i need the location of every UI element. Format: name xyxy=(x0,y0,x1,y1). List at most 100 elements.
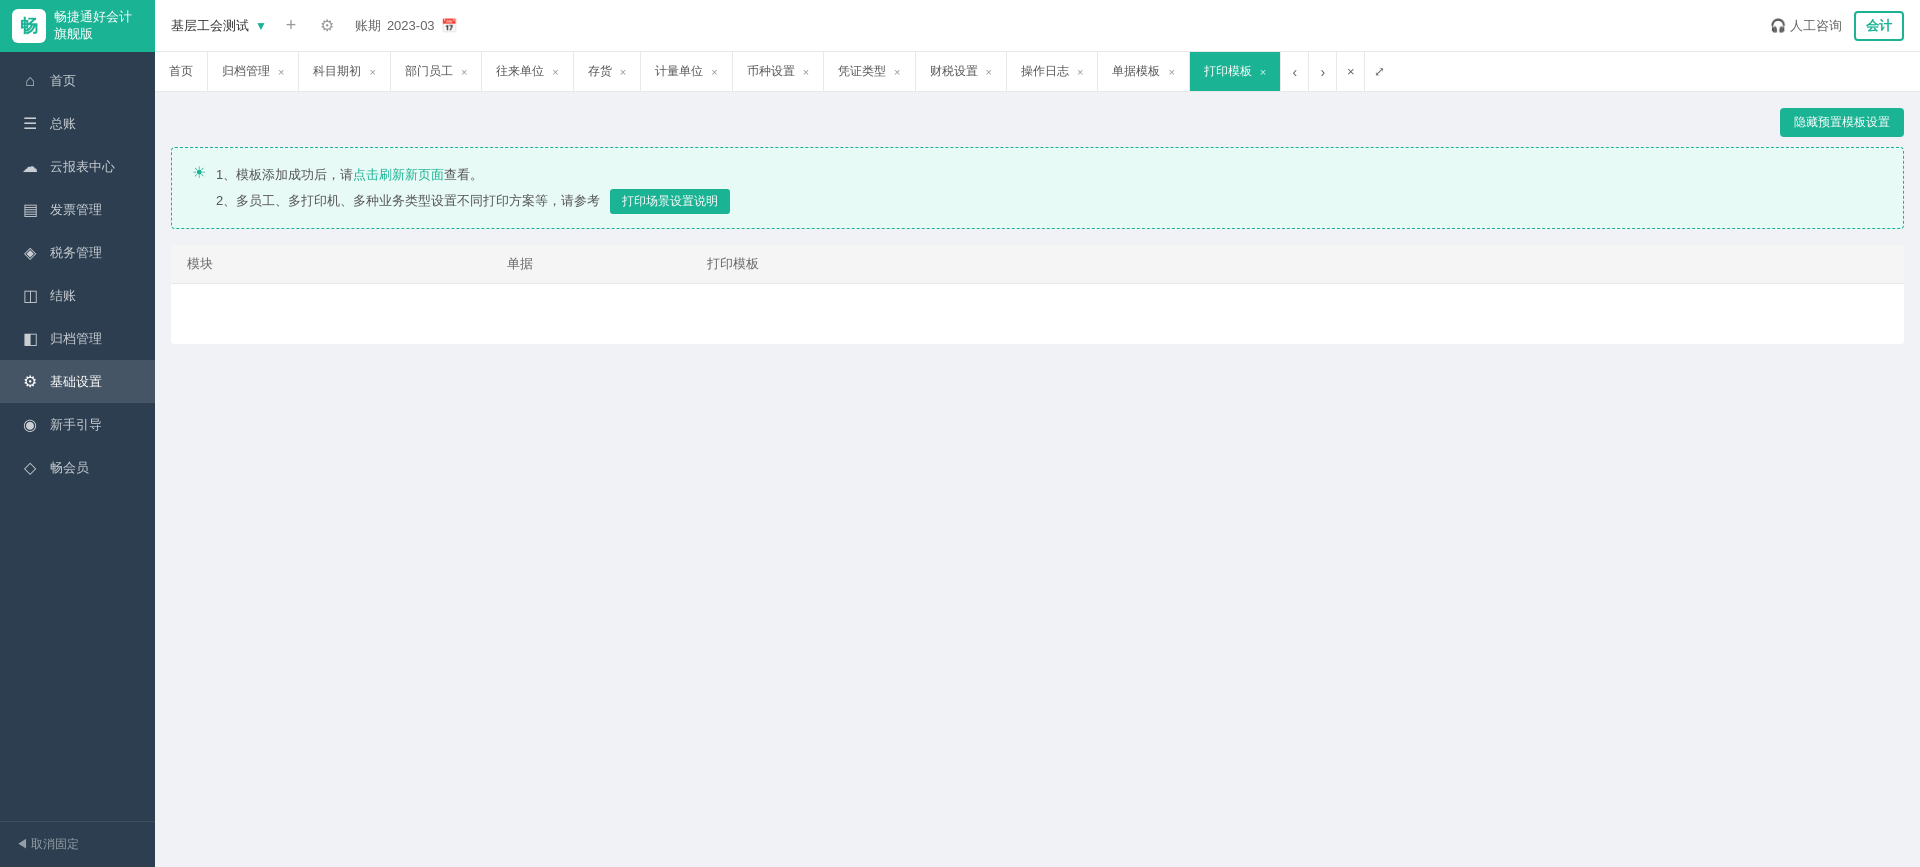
tabs-next-btn[interactable]: › xyxy=(1309,52,1337,91)
kuaiji-button[interactable]: 会计 xyxy=(1854,11,1904,41)
sidebar-item-guide[interactable]: ◉ 新手引导 xyxy=(0,403,155,446)
calendar-icon[interactable]: 📅 xyxy=(441,18,457,33)
hide-template-settings-button[interactable]: 隐藏预置模板设置 xyxy=(1780,108,1904,137)
topbar: 基层工会测试 ▼ + ⚙ 账期 2023-03 📅 🎧 人工咨询 会计 xyxy=(155,0,1920,52)
sidebar-nav: ⌂ 首页 ☰ 总账 ☁ 云报表中心 ▤ 发票管理 ◈ 税务管理 ◫ 结账 ◧ 归… xyxy=(0,52,155,821)
tab-print-template-close[interactable]: × xyxy=(1260,66,1266,78)
sidebar-item-reports[interactable]: ☁ 云报表中心 xyxy=(0,145,155,188)
ledger-icon: ☰ xyxy=(20,114,40,133)
sidebar-item-general-ledger[interactable]: ☰ 总账 xyxy=(0,102,155,145)
cloud-icon: ☁ xyxy=(20,157,40,176)
tab-dept-staff-label: 部门员工 xyxy=(405,63,453,80)
home-icon: ⌂ xyxy=(20,72,40,90)
topbar-right: 🎧 人工咨询 会计 xyxy=(1770,11,1904,41)
tab-archive-mgmt-close[interactable]: × xyxy=(278,66,284,78)
tabs-close-all-btn[interactable]: × xyxy=(1337,52,1365,91)
tab-counterparty-label: 往来单位 xyxy=(496,63,544,80)
info-line2-prefix: 2、多员工、多打印机、多种业务类型设置不同打印方案等，请参考 xyxy=(216,193,600,208)
tab-op-log-close[interactable]: × xyxy=(1077,66,1083,78)
period-value: 2023-03 xyxy=(387,18,435,33)
member-icon: ◇ xyxy=(20,458,40,477)
sidebar-label-member: 畅会员 xyxy=(50,459,89,477)
tab-currency[interactable]: 币种设置 × xyxy=(733,52,824,91)
tab-tax-settings-close[interactable]: × xyxy=(986,66,992,78)
logo-subtitle: 旗舰版 xyxy=(54,26,132,43)
main-area: 基层工会测试 ▼ + ⚙ 账期 2023-03 📅 🎧 人工咨询 会计 首页 归… xyxy=(155,0,1920,867)
tab-tax-settings[interactable]: 财税设置 × xyxy=(916,52,1007,91)
tab-bill-template-close[interactable]: × xyxy=(1168,66,1174,78)
tab-inventory-close[interactable]: × xyxy=(620,66,626,78)
info-line1-prefix: 1、模板添加成功后，请 xyxy=(216,167,353,182)
service-label: 人工咨询 xyxy=(1790,17,1842,35)
invoice-icon: ▤ xyxy=(20,200,40,219)
table-body xyxy=(171,284,1904,344)
tab-bill-template[interactable]: 单据模板 × xyxy=(1098,52,1189,91)
tab-home[interactable]: 首页 xyxy=(155,52,208,91)
tab-counterparty-close[interactable]: × xyxy=(552,66,558,78)
logo-text: 畅捷通好会计 旗舰版 xyxy=(54,9,132,43)
tab-subject-init-label: 科目期初 xyxy=(313,63,361,80)
info-line-2: 2、多员工、多打印机、多种业务类型设置不同打印方案等，请参考 打印场景设置说明 xyxy=(216,188,736,214)
period-display: 账期 2023-03 📅 xyxy=(355,17,457,35)
sidebar-item-archive[interactable]: ◧ 归档管理 xyxy=(0,317,155,360)
sidebar-unpin-btn[interactable]: ◀ 取消固定 xyxy=(0,821,155,867)
tab-inventory[interactable]: 存货 × xyxy=(574,52,641,91)
tabs-prev-btn[interactable]: ‹ xyxy=(1281,52,1309,91)
tab-op-log[interactable]: 操作日志 × xyxy=(1007,52,1098,91)
company-selector[interactable]: 基层工会测试 ▼ xyxy=(171,17,267,35)
tab-subject-init-close[interactable]: × xyxy=(369,66,375,78)
sidebar-label-ledger: 总账 xyxy=(50,115,76,133)
tab-archive-mgmt[interactable]: 归档管理 × xyxy=(208,52,299,91)
tab-voucher-type[interactable]: 凭证类型 × xyxy=(824,52,915,91)
service-button[interactable]: 🎧 人工咨询 xyxy=(1770,17,1842,35)
add-tab-button[interactable]: + xyxy=(279,14,303,38)
topbar-settings-button[interactable]: ⚙ xyxy=(315,14,339,38)
sidebar-label-home: 首页 xyxy=(50,72,76,90)
info-box-header: ☀ 1、模板添加成功后，请点击刷新新页面查看。 2、多员工、多打印机、多种业务类… xyxy=(192,162,1883,214)
sidebar-item-home[interactable]: ⌂ 首页 xyxy=(0,60,155,102)
settings-icon: ⚙ xyxy=(20,372,40,391)
tab-dept-staff-close[interactable]: × xyxy=(461,66,467,78)
tax-icon: ◈ xyxy=(20,243,40,262)
sidebar-label-reports: 云报表中心 xyxy=(50,158,115,176)
tab-dept-staff[interactable]: 部门员工 × xyxy=(391,52,482,91)
archive-icon: ◧ xyxy=(20,329,40,348)
tab-subject-init[interactable]: 科目期初 × xyxy=(299,52,390,91)
sidebar-item-settings[interactable]: ⚙ 基础设置 xyxy=(0,360,155,403)
sidebar-item-checkout[interactable]: ◫ 结账 xyxy=(0,274,155,317)
tab-currency-label: 币种设置 xyxy=(747,63,795,80)
sidebar: 畅 畅捷通好会计 旗舰版 ⌂ 首页 ☰ 总账 ☁ 云报表中心 ▤ 发票管理 ◈ … xyxy=(0,0,155,867)
table-header: 模块 单据 打印模板 xyxy=(171,245,1904,284)
tab-measure-unit[interactable]: 计量单位 × xyxy=(641,52,732,91)
guide-icon: ◉ xyxy=(20,415,40,434)
tab-counterparty[interactable]: 往来单位 × xyxy=(482,52,573,91)
tab-currency-close[interactable]: × xyxy=(803,66,809,78)
table-header-bill: 单据 xyxy=(491,245,691,283)
checkout-icon: ◫ xyxy=(20,286,40,305)
tab-voucher-type-close[interactable]: × xyxy=(894,66,900,78)
sidebar-label-checkout: 结账 xyxy=(50,287,76,305)
tab-print-template[interactable]: 打印模板 × xyxy=(1190,52,1281,91)
sidebar-item-member[interactable]: ◇ 畅会员 xyxy=(0,446,155,489)
content-area: 隐藏预置模板设置 ☀ 1、模板添加成功后，请点击刷新新页面查看。 2、多员工、多… xyxy=(155,92,1920,867)
print-scene-btn[interactable]: 打印场景设置说明 xyxy=(610,189,730,214)
company-dropdown-icon: ▼ xyxy=(255,19,267,33)
company-name: 基层工会测试 xyxy=(171,17,249,35)
tab-measure-unit-close[interactable]: × xyxy=(711,66,717,78)
info-refresh-link[interactable]: 点击刷新新页面 xyxy=(353,167,444,182)
logo-icon: 畅 xyxy=(12,9,46,43)
sidebar-item-invoice[interactable]: ▤ 发票管理 xyxy=(0,188,155,231)
info-line1-suffix: 查看。 xyxy=(444,167,483,182)
sidebar-item-tax[interactable]: ◈ 税务管理 xyxy=(0,231,155,274)
info-box: ☀ 1、模板添加成功后，请点击刷新新页面查看。 2、多员工、多打印机、多种业务类… xyxy=(171,147,1904,229)
tab-op-log-label: 操作日志 xyxy=(1021,63,1069,80)
logo-title: 畅捷通好会计 xyxy=(54,9,132,26)
tabs-expand-btn[interactable]: ⤢ xyxy=(1365,52,1393,91)
hide-template-btn-container: 隐藏预置模板设置 xyxy=(171,108,1904,137)
tab-archive-mgmt-label: 归档管理 xyxy=(222,63,270,80)
tab-bill-template-label: 单据模板 xyxy=(1112,63,1160,80)
tab-inventory-label: 存货 xyxy=(588,63,612,80)
table-header-module: 模块 xyxy=(171,245,491,283)
bulb-icon: ☀ xyxy=(192,163,206,182)
sidebar-logo: 畅 畅捷通好会计 旗舰版 xyxy=(0,0,155,52)
